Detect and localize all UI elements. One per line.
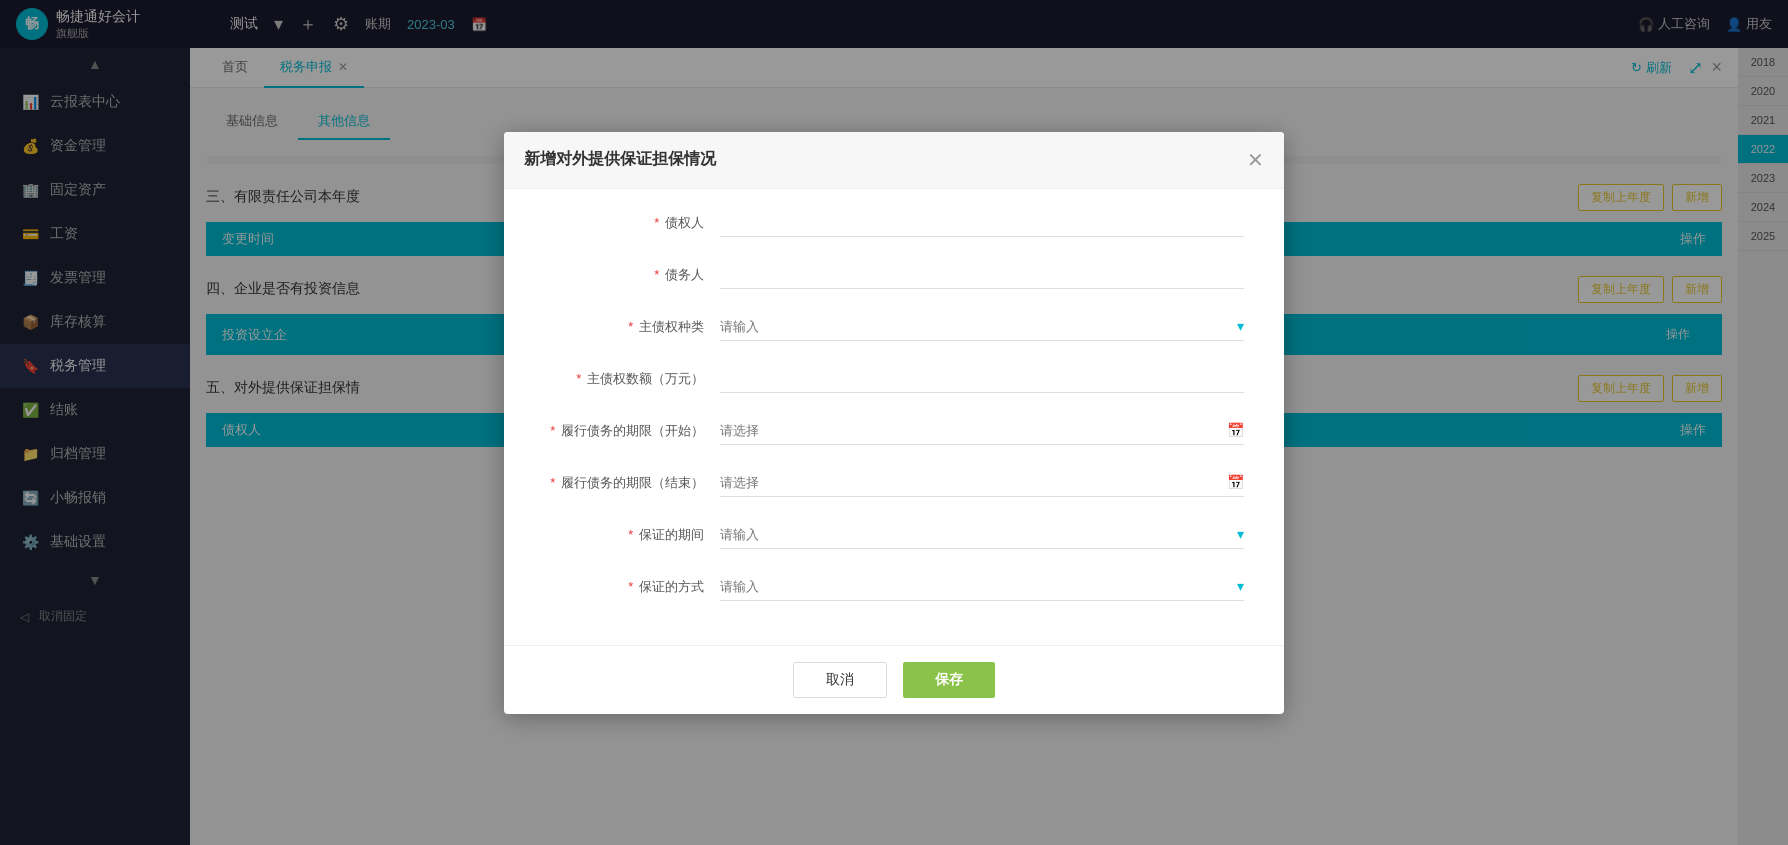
dialog-body: * 债权人 * 债务人 * 主债权种类 <box>504 189 1284 645</box>
guarantee-period-input[interactable] <box>720 521 1237 548</box>
form-row-period-start: * 履行债务的期限（开始） 📅 <box>544 417 1244 445</box>
dialog-overlay: 新增对外提供保证担保情况 ✕ * 债权人 * 债务人 <box>0 0 1788 845</box>
creditor-input[interactable] <box>720 209 1244 237</box>
cancel-button[interactable]: 取消 <box>793 662 887 698</box>
guarantee-method-select-wrap: ▾ <box>720 573 1244 601</box>
period-start-calendar-icon[interactable]: 📅 <box>1227 422 1244 438</box>
claim-amount-input[interactable] <box>720 365 1244 393</box>
guarantee-period-dropdown-icon[interactable]: ▾ <box>1237 526 1244 542</box>
claim-type-input[interactable] <box>720 313 1237 340</box>
debtor-label: * 债务人 <box>544 266 704 284</box>
creditor-label: * 债权人 <box>544 214 704 232</box>
guarantee-period-label: * 保证的期间 <box>544 526 704 544</box>
claim-amount-label: * 主债权数额（万元） <box>544 370 704 388</box>
period-end-required-star: * <box>550 475 555 490</box>
guarantee-period-required-star: * <box>628 527 633 542</box>
claim-type-label: * 主债权种类 <box>544 318 704 336</box>
guarantee-method-required-star: * <box>628 579 633 594</box>
claim-type-select-wrap: ▾ <box>720 313 1244 341</box>
period-end-date-wrap: 📅 <box>720 469 1244 497</box>
claim-type-dropdown-icon[interactable]: ▾ <box>1237 318 1244 334</box>
period-end-input[interactable] <box>720 469 1227 496</box>
form-row-claim-type: * 主债权种类 ▾ <box>544 313 1244 341</box>
period-start-label: * 履行债务的期限（开始） <box>544 422 704 440</box>
guarantee-period-select-wrap: ▾ <box>720 521 1244 549</box>
form-row-guarantee-method: * 保证的方式 ▾ <box>544 573 1244 601</box>
debtor-input[interactable] <box>720 261 1244 289</box>
guarantee-method-input[interactable] <box>720 573 1237 600</box>
period-start-date-wrap: 📅 <box>720 417 1244 445</box>
dialog-close-btn[interactable]: ✕ <box>1247 148 1264 172</box>
form-row-claim-amount: * 主债权数额（万元） <box>544 365 1244 393</box>
debtor-required-star: * <box>654 267 659 282</box>
guarantee-method-dropdown-icon[interactable]: ▾ <box>1237 578 1244 594</box>
form-row-guarantee-period: * 保证的期间 ▾ <box>544 521 1244 549</box>
claim-type-required-star: * <box>628 319 633 334</box>
claim-amount-required-star: * <box>576 371 581 386</box>
period-end-calendar-icon[interactable]: 📅 <box>1227 474 1244 490</box>
dialog-footer: 取消 保存 <box>504 645 1284 714</box>
dialog: 新增对外提供保证担保情况 ✕ * 债权人 * 债务人 <box>504 132 1284 714</box>
guarantee-method-label: * 保证的方式 <box>544 578 704 596</box>
dialog-title: 新增对外提供保证担保情况 <box>524 149 716 170</box>
form-row-period-end: * 履行债务的期限（结束） 📅 <box>544 469 1244 497</box>
save-button[interactable]: 保存 <box>903 662 995 698</box>
dialog-header: 新增对外提供保证担保情况 ✕ <box>504 132 1284 189</box>
creditor-required-star: * <box>654 215 659 230</box>
period-end-label: * 履行债务的期限（结束） <box>544 474 704 492</box>
period-start-required-star: * <box>550 423 555 438</box>
form-row-debtor: * 债务人 <box>544 261 1244 289</box>
form-row-creditor: * 债权人 <box>544 209 1244 237</box>
period-start-input[interactable] <box>720 417 1227 444</box>
